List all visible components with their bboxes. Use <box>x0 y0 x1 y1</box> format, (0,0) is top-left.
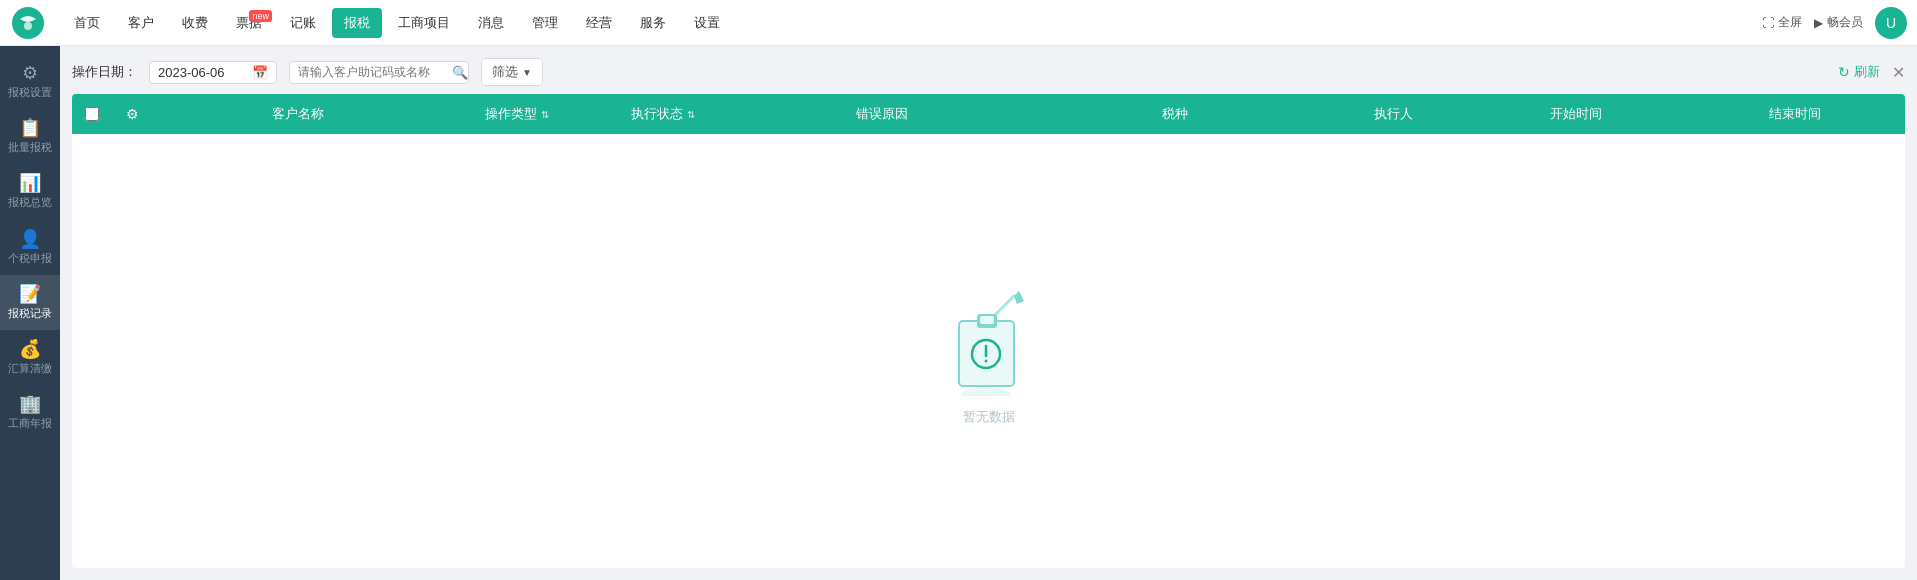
svg-point-10 <box>984 360 987 363</box>
sidebar-icon-4: 📝 <box>19 285 41 303</box>
empty-illustration <box>929 276 1049 396</box>
sidebar-icon-2: 📊 <box>19 174 41 192</box>
sidebar-item-2[interactable]: 📊 报税总览 <box>0 164 60 219</box>
sidebar-icon-5: 💰 <box>19 340 41 358</box>
table-container: ⚙ 客户名称操作类型 ⇅执行状态 ⇅错误原因税种执行人开始时间结束时间 <box>72 94 1905 568</box>
refresh-label: 刷新 <box>1854 63 1880 81</box>
sidebar-item-5[interactable]: 💰 汇算清缴 <box>0 330 60 385</box>
user-avatar[interactable]: U <box>1875 7 1907 39</box>
svg-rect-7 <box>980 316 994 324</box>
member-btn[interactable]: ▶ 畅会员 <box>1814 14 1863 31</box>
th-executor: 执行人 <box>1321 105 1467 123</box>
nav-item-服务[interactable]: 服务 <box>628 8 678 38</box>
search-input[interactable] <box>298 65 448 79</box>
search-icon: 🔍 <box>452 65 468 80</box>
nav-item-票据[interactable]: 票据new <box>224 8 274 38</box>
toolbar-right: ↻ 刷新 ✕ <box>1838 63 1905 82</box>
calendar-icon: 📅 <box>252 65 268 80</box>
sidebar-item-0[interactable]: ⚙ 报税设置 <box>0 54 60 109</box>
sidebar-label-4: 报税记录 <box>8 307 52 320</box>
top-nav: 首页客户收费票据new记账报税工商项目消息管理经营服务设置 ⛶ 全屏 ▶ 畅会员… <box>0 0 1917 46</box>
nav-item-客户[interactable]: 客户 <box>116 8 166 38</box>
nav-item-记账[interactable]: 记账 <box>278 8 328 38</box>
sidebar-icon-3: 👤 <box>19 230 41 248</box>
sort-icon-exec_status[interactable]: ⇅ <box>687 109 695 120</box>
sidebar-item-3[interactable]: 👤 个税申报 <box>0 220 60 275</box>
sidebar-label-1: 批量报税 <box>8 141 52 154</box>
date-input[interactable] <box>158 65 248 80</box>
sidebar-item-4[interactable]: 📝 报税记录 <box>0 275 60 330</box>
th-exec_status[interactable]: 执行状态 ⇅ <box>590 105 736 123</box>
sidebar-icon-0: ⚙ <box>22 64 38 82</box>
sidebar-label-0: 报税设置 <box>8 86 52 99</box>
nav-item-首页[interactable]: 首页 <box>62 8 112 38</box>
nav-items: 首页客户收费票据new记账报税工商项目消息管理经营服务设置 <box>62 8 1762 38</box>
top-right: ⛶ 全屏 ▶ 畅会员 U <box>1762 7 1907 39</box>
sidebar-label-6: 工商年报 <box>8 417 52 430</box>
sidebar: ⚙ 报税设置📋 批量报税📊 报税总览👤 个税申报📝 报税记录💰 汇算清缴🏢 工商… <box>0 46 60 580</box>
sidebar-label-2: 报税总览 <box>8 196 52 209</box>
sidebar-item-1[interactable]: 📋 批量报税 <box>0 109 60 164</box>
empty-state: 暂无数据 <box>72 134 1905 568</box>
search-wrap[interactable]: 🔍 <box>289 61 469 84</box>
nav-item-收费[interactable]: 收费 <box>170 8 220 38</box>
nav-item-管理[interactable]: 管理 <box>520 8 570 38</box>
nav-item-工商项目[interactable]: 工商项目 <box>386 8 462 38</box>
content-area: 操作日期： 📅 🔍 筛选 ▼ ↻ 刷新 ✕ ⚙客 <box>60 46 1917 580</box>
date-label: 操作日期： <box>72 63 137 81</box>
logo[interactable] <box>10 5 46 41</box>
sidebar-item-6[interactable]: 🏢 工商年报 <box>0 385 60 440</box>
nav-badge: new <box>249 10 272 23</box>
nav-item-报税[interactable]: 报税 <box>332 8 382 38</box>
sidebar-icon-6: 🏢 <box>19 395 41 413</box>
toolbar: 操作日期： 📅 🔍 筛选 ▼ ↻ 刷新 ✕ <box>72 58 1905 86</box>
chevron-down-icon: ▼ <box>522 67 532 78</box>
th-checkbox <box>72 107 112 121</box>
fullscreen-label: 全屏 <box>1778 14 1802 31</box>
sort-icon-operation_type[interactable]: ⇅ <box>541 109 549 120</box>
refresh-button[interactable]: ↻ 刷新 <box>1838 63 1880 81</box>
nav-item-设置[interactable]: 设置 <box>682 8 732 38</box>
main-layout: ⚙ 报税设置📋 批量报税📊 报税总览👤 个税申报📝 报税记录💰 汇算清缴🏢 工商… <box>0 46 1917 580</box>
settings-icon[interactable]: ⚙ <box>126 106 139 122</box>
sidebar-label-5: 汇算清缴 <box>8 362 52 375</box>
th-settings: ⚙ <box>112 106 152 122</box>
filter-button[interactable]: 筛选 ▼ <box>481 58 543 86</box>
nav-item-经营[interactable]: 经营 <box>574 8 624 38</box>
empty-text: 暂无数据 <box>963 408 1015 426</box>
filter-label: 筛选 <box>492 63 518 81</box>
th-tax_type: 税种 <box>1028 105 1320 123</box>
avatar-text: U <box>1886 15 1896 31</box>
nav-item-消息[interactable]: 消息 <box>466 8 516 38</box>
th-start_time: 开始时间 <box>1467 105 1686 123</box>
svg-point-1 <box>24 22 32 30</box>
refresh-icon: ↻ <box>1838 64 1850 80</box>
th-error_reason: 错误原因 <box>736 105 1028 123</box>
sidebar-icon-1: 📋 <box>19 119 41 137</box>
member-icon: ▶ <box>1814 16 1823 30</box>
date-input-wrap[interactable]: 📅 <box>149 61 277 84</box>
sidebar-label-3: 个税申报 <box>8 252 52 265</box>
select-all-checkbox[interactable] <box>85 107 99 121</box>
svg-point-11 <box>961 388 1011 396</box>
close-button[interactable]: ✕ <box>1892 63 1905 82</box>
member-label: 畅会员 <box>1827 14 1863 31</box>
fullscreen-icon: ⛶ <box>1762 16 1774 30</box>
svg-marker-3 <box>1014 291 1024 304</box>
th-operation_type[interactable]: 操作类型 ⇅ <box>444 105 590 123</box>
fullscreen-btn[interactable]: ⛶ 全屏 <box>1762 14 1802 31</box>
table-header: ⚙ 客户名称操作类型 ⇅执行状态 ⇅错误原因税种执行人开始时间结束时间 <box>72 94 1905 134</box>
th-customer_name: 客户名称 <box>152 105 444 123</box>
th-end_time: 结束时间 <box>1686 105 1905 123</box>
